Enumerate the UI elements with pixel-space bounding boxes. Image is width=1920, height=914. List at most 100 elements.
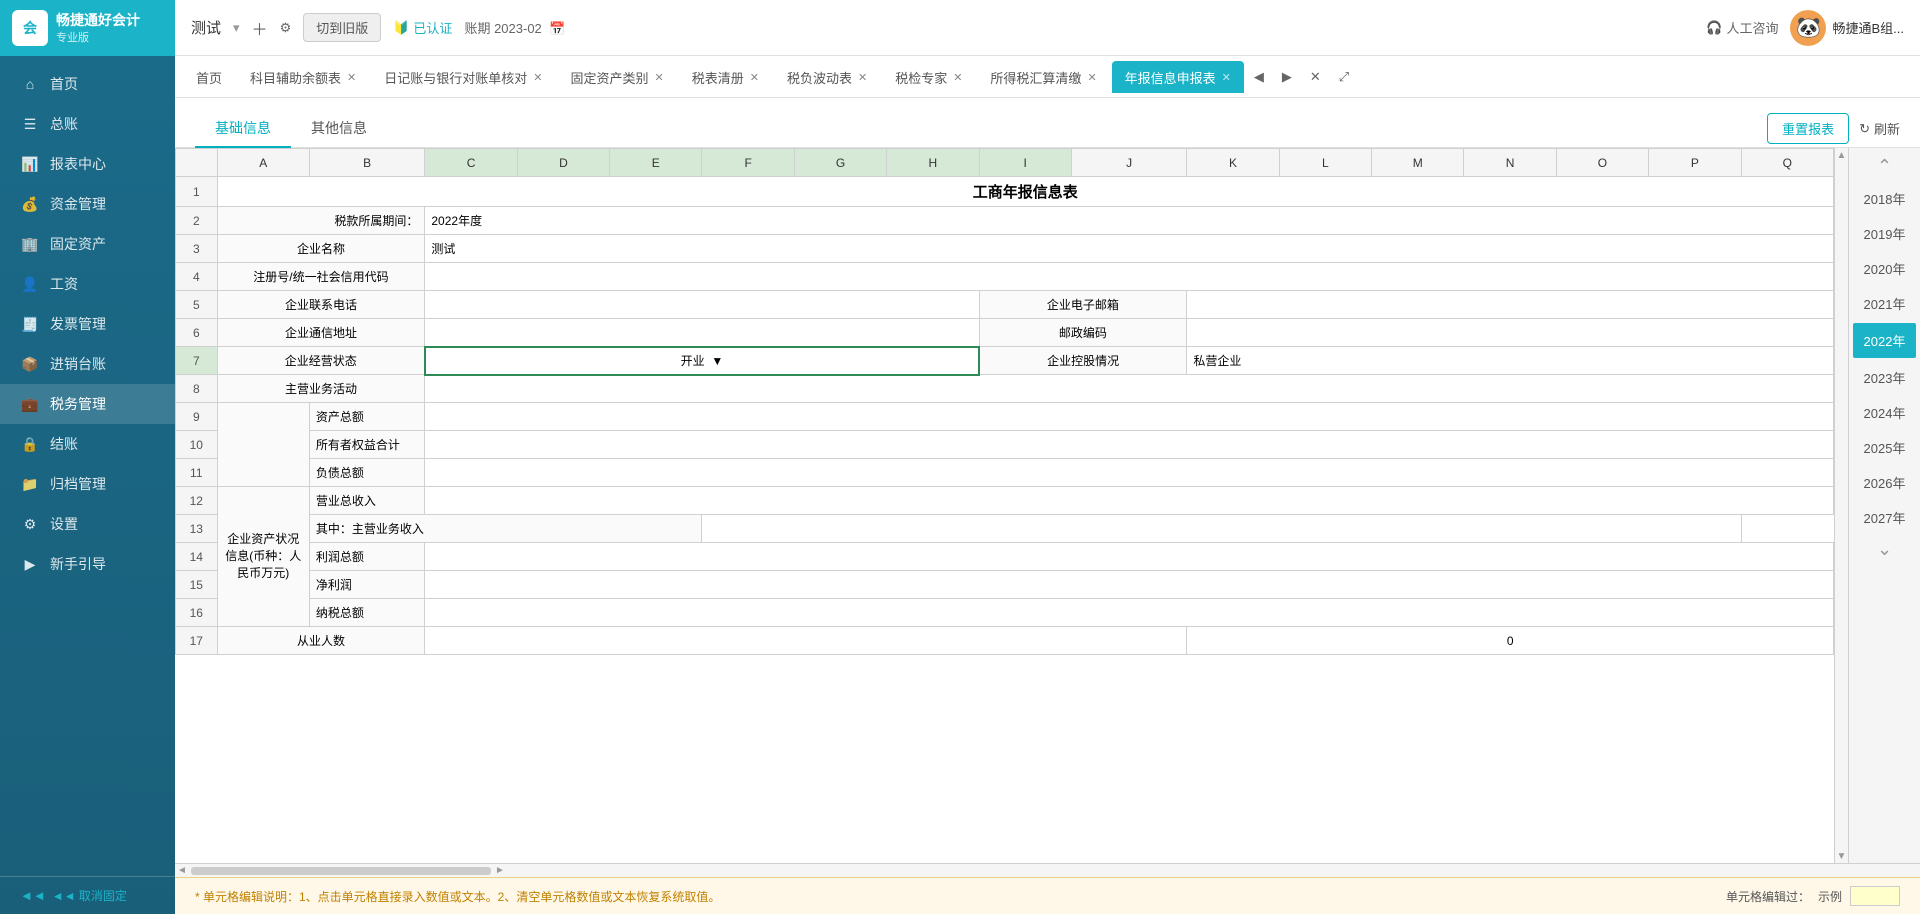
col-J[interactable]: J [1071,149,1186,177]
sidebar-item-ledger[interactable]: ☰ 总账 [0,104,175,144]
tab-expand-icon[interactable]: ⤢ [1331,65,1357,89]
sidebar-item-settings[interactable]: ⚙ 设置 [0,504,175,544]
tab-tax-list[interactable]: 税表清册 ✕ [679,61,772,93]
postcode-cell[interactable] [1187,319,1834,347]
year-2021[interactable]: 2021年 [1849,286,1920,321]
col-P[interactable]: P [1649,149,1741,177]
year-scroll-down-icon[interactable]: ⌄ [1873,535,1896,564]
col-A[interactable]: A [217,149,309,177]
scroll-up-icon[interactable]: ▲ [1835,148,1848,162]
col-H[interactable]: H [887,149,979,177]
gear-icon[interactable]: ⚙ [280,20,292,36]
liabilities-cell[interactable] [425,459,1834,487]
year-2018[interactable]: 2018年 [1849,181,1920,216]
year-scroll-up-icon[interactable]: ⌃ [1873,152,1896,181]
year-2020[interactable]: 2020年 [1849,251,1920,286]
tax-total-cell[interactable] [425,599,1834,627]
employee-cell[interactable] [425,627,1187,655]
phone-cell[interactable] [425,291,979,319]
year-2026[interactable]: 2026年 [1849,465,1920,500]
title-cell[interactable]: 工商年报信息表 [217,177,1833,207]
support-button[interactable]: 🎧 人工咨询 [1706,18,1778,37]
sidebar-item-home[interactable]: ⌂ 首页 [0,64,175,104]
tab-close-icon[interactable]: ✕ [750,71,759,84]
tab-tax-fluctuation[interactable]: 税负波动表 ✕ [774,61,880,93]
user-menu[interactable]: 🐼 畅捷通B组... [1790,10,1904,46]
revenue-total-cell[interactable] [425,487,1834,515]
sidebar-item-invoice[interactable]: 🧾 发票管理 [0,304,175,344]
sidebar-item-assets[interactable]: 🏢 固定资产 [0,224,175,264]
period-value-cell[interactable]: 2022年度 [425,207,1834,235]
tab-tax-expert[interactable]: 税检专家 ✕ [882,61,975,93]
sidebar-item-stock[interactable]: 📦 进销台账 [0,344,175,384]
biz-activity-cell[interactable] [425,375,1834,403]
year-2024[interactable]: 2024年 [1849,395,1920,430]
scroll-left-icon[interactable]: ◄ [175,865,189,876]
sidebar-unpin-button[interactable]: ◄◄ ◄◄ 取消固定 [0,876,175,914]
col-L[interactable]: L [1279,149,1371,177]
sidebar-item-close[interactable]: 🔒 结账 [0,424,175,464]
tab-close-icon[interactable]: ✕ [1087,71,1096,84]
reg-num-cell[interactable] [425,263,1834,291]
tab-close-icon[interactable]: ✕ [655,71,664,84]
year-2025[interactable]: 2025年 [1849,430,1920,465]
subtab-basic[interactable]: 基础信息 [195,110,291,148]
tab-journal-bank[interactable]: 日记账与银行对账单核对 ✕ [371,61,555,93]
scroll-down-icon[interactable]: ▼ [1835,849,1848,863]
scroll-right-icon[interactable]: ► [493,865,507,876]
col-K[interactable]: K [1187,149,1279,177]
tab-annual-report[interactable]: 年报信息申报表 ✕ [1112,61,1244,93]
sidebar-item-reports[interactable]: 📊 报表中心 [0,144,175,184]
tab-fixed-assets-cat[interactable]: 固定资产类别 ✕ [557,61,676,93]
col-F[interactable]: F [702,149,794,177]
sidebar-item-guide[interactable]: ▶ 新手引导 [0,544,175,584]
year-2022[interactable]: 2022年 [1853,323,1916,358]
col-Q[interactable]: Q [1741,149,1834,177]
tab-close-all-icon[interactable]: ✕ [1302,65,1329,89]
old-version-button[interactable]: 切到旧版 [303,13,381,42]
assets-total-cell[interactable] [425,403,1834,431]
col-N[interactable]: N [1464,149,1556,177]
tab-home[interactable]: 首页 [183,61,235,93]
col-M[interactable]: M [1372,149,1464,177]
col-G[interactable]: G [794,149,886,177]
tab-income-tax[interactable]: 所得税汇算清缴 ✕ [977,61,1109,93]
calendar-icon[interactable]: 📅 [549,21,565,36]
tab-close-icon[interactable]: ✕ [347,71,356,84]
dropdown-arrow-icon[interactable]: ▾ [233,20,240,36]
company-name-cell[interactable]: 测试 [425,235,1834,263]
address-cell[interactable] [425,319,979,347]
tab-next-icon[interactable]: ▶ [1274,65,1300,89]
biz-status-dropdown[interactable]: 开业 ▼ [425,347,979,375]
reset-button[interactable]: 重置报表 [1767,113,1849,144]
col-I[interactable]: I [979,149,1071,177]
employee-value[interactable]: 0 [1187,627,1834,655]
refresh-button[interactable]: ↻ 刷新 [1859,119,1900,138]
year-2019[interactable]: 2019年 [1849,216,1920,251]
net-profit-cell[interactable] [425,571,1834,599]
year-2027[interactable]: 2027年 [1849,500,1920,535]
col-E[interactable]: E [610,149,702,177]
tab-close-icon[interactable]: ✕ [953,71,962,84]
scrollbar-thumb-h[interactable] [191,867,491,875]
scrollbar-vertical[interactable]: ▲ ▼ [1834,148,1848,863]
subtab-other[interactable]: 其他信息 [291,110,387,148]
email-cell[interactable] [1187,291,1834,319]
tab-close-icon[interactable]: ✕ [533,71,542,84]
spreadsheet[interactable]: A B C D E F G H I J K L [175,148,1834,863]
sidebar-item-funds[interactable]: 💰 资金管理 [0,184,175,224]
tab-close-icon[interactable]: ✕ [1222,71,1231,84]
main-revenue-cell[interactable] [702,515,1741,543]
col-O[interactable]: O [1556,149,1648,177]
tab-close-icon[interactable]: ✕ [858,71,867,84]
sidebar-item-tax[interactable]: 💼 税务管理 [0,384,175,424]
scrollbar-horizontal[interactable]: ◄ ► [175,863,1920,877]
sidebar-item-archive[interactable]: 📁 归档管理 [0,464,175,504]
add-icon[interactable]: ＋ [252,16,268,40]
col-B[interactable]: B [309,149,424,177]
year-2023[interactable]: 2023年 [1849,360,1920,395]
tab-subject-balance[interactable]: 科目辅助余额表 ✕ [237,61,369,93]
tab-prev-icon[interactable]: ◀ [1246,65,1272,89]
col-D[interactable]: D [517,149,609,177]
profit-total-cell[interactable] [425,543,1834,571]
